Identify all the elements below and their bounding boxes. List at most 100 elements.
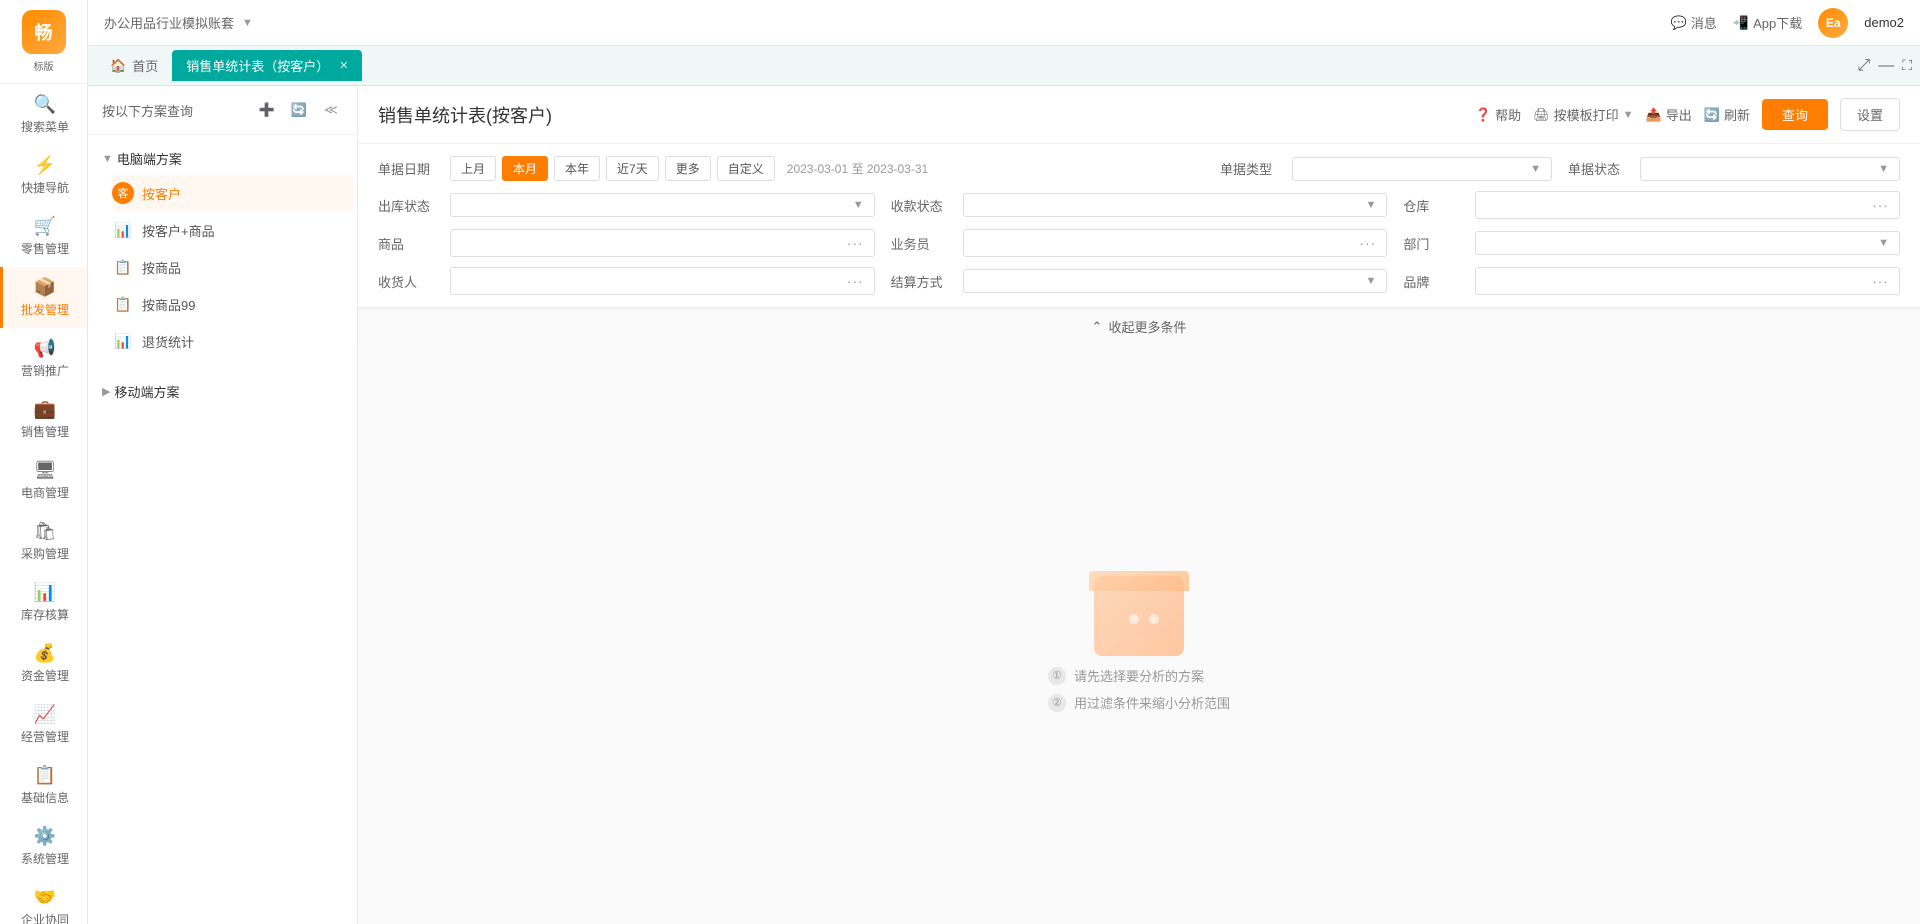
sidebar-item-purchase[interactable]: 🛍 采购管理 xyxy=(0,511,87,572)
mobile-section: ▶ 移动端方案 xyxy=(88,368,357,415)
tab-minimize-icon[interactable]: — xyxy=(1878,57,1894,75)
refresh-icon: 🔄 xyxy=(1704,107,1720,123)
empty-box-body xyxy=(1094,576,1184,656)
tab-maximize-icon[interactable]: ⛶ xyxy=(1902,57,1912,75)
export-label: 导出 xyxy=(1666,105,1692,124)
settlement-select[interactable]: ▼ xyxy=(963,269,1388,293)
desktop-section-chevron: ▼ xyxy=(102,153,113,165)
page-title-bar: 销售单统计表(按客户) ❓ 帮助 🖨 按模板打印 ▼ 📤 导出 xyxy=(358,86,1920,144)
print-link[interactable]: 🖨 按模板打印 ▼ xyxy=(1533,105,1633,124)
receipt-status-label: 收款状态 xyxy=(891,196,947,215)
avatar[interactable]: Ea xyxy=(1818,8,1848,38)
sidebar-item-ecommerce[interactable]: 🖥 电商管理 xyxy=(0,450,87,511)
date-btn-current-month[interactable]: 本月 xyxy=(502,156,548,181)
date-btn-more[interactable]: 更多 xyxy=(665,156,711,181)
plan-item-by-customer[interactable]: 客 按客户 xyxy=(112,175,353,211)
department-select[interactable]: ▼ xyxy=(1475,231,1900,255)
collapse-panel-button[interactable]: ≪ xyxy=(319,98,343,122)
refresh-plan-button[interactable]: 🔄 xyxy=(287,98,311,122)
sidebar-item-inventory[interactable]: 📊 库存核算 xyxy=(0,572,87,633)
salesperson-select[interactable]: ··· xyxy=(963,229,1388,257)
by-customer-product-icon: 📊 xyxy=(112,219,134,241)
date-btn-last-month[interactable]: 上月 xyxy=(450,156,496,181)
sidebar-item-enterprise[interactable]: 🤝 企业协同 xyxy=(0,877,87,924)
help-icon: ❓ xyxy=(1475,107,1491,123)
sidebar-item-search-menu[interactable]: 🔍 搜索菜单 xyxy=(0,84,87,145)
sidebar-item-marketing[interactable]: 📢 营销推广 xyxy=(0,328,87,389)
sidebar-item-sales[interactable]: 💼 销售管理 xyxy=(0,389,87,450)
operation-icon: 📈 xyxy=(34,704,56,725)
brand-label: 品牌 xyxy=(1403,272,1459,291)
app-download-label: App下载 xyxy=(1753,13,1802,32)
message-action[interactable]: 💬 消息 xyxy=(1671,13,1717,32)
quick-nav-icon: ⚡ xyxy=(34,155,56,176)
sidebar-item-label: 资金管理 xyxy=(21,667,69,684)
sidebar-item-quick-nav[interactable]: ⚡ 快捷导航 xyxy=(0,145,87,206)
sidebar-item-label: 经营管理 xyxy=(21,728,69,745)
sidebar-item-finance[interactable]: 💰 资金管理 xyxy=(0,633,87,694)
refresh-link[interactable]: 🔄 刷新 xyxy=(1704,105,1750,124)
export-link[interactable]: 📤 导出 xyxy=(1646,105,1692,124)
plan-item-by-product[interactable]: 📋 按商品 xyxy=(112,249,353,285)
sidebar-item-retail[interactable]: 🛒 零售管理 xyxy=(0,206,87,267)
left-panel-title: 按以下方案查询 xyxy=(102,101,247,120)
help-link[interactable]: ❓ 帮助 xyxy=(1475,105,1521,124)
settings-button[interactable]: 设置 xyxy=(1840,98,1900,131)
empty-eye-left xyxy=(1129,614,1139,624)
sidebar-item-basic[interactable]: 📋 基础信息 xyxy=(0,755,87,816)
desktop-section: ▼ 电脑端方案 客 按客户 📊 按客户+商品 📋 按商品 xyxy=(88,135,357,368)
logo-area: 畅 标版 xyxy=(0,0,87,84)
query-button[interactable]: 查询 xyxy=(1762,99,1828,130)
mobile-section-chevron: ▶ xyxy=(102,385,110,398)
sidebar-item-operation[interactable]: 📈 经营管理 xyxy=(0,694,87,755)
message-label: 消息 xyxy=(1691,13,1717,32)
tab-sales-stats[interactable]: 销售单统计表（按客户） ✕ xyxy=(172,50,362,81)
plan-item-by-customer-product[interactable]: 📊 按客户+商品 xyxy=(112,212,353,248)
brand-select[interactable]: ··· xyxy=(1475,267,1900,295)
doc-status-select[interactable]: ▼ xyxy=(1640,157,1900,181)
industry-dropdown-icon[interactable]: ▼ xyxy=(242,17,253,29)
home-icon: 🏠 xyxy=(110,58,126,74)
empty-hint-1: ① 请先选择要分析的方案 xyxy=(1048,666,1230,685)
app-logo: 畅 xyxy=(22,10,66,54)
tab-home[interactable]: 🏠 首页 xyxy=(96,50,172,81)
by-product-icon: 📋 xyxy=(112,256,134,278)
refresh-label: 刷新 xyxy=(1724,105,1750,124)
by-customer-icon: 客 xyxy=(112,182,134,204)
print-dropdown-icon[interactable]: ▼ xyxy=(1623,109,1634,121)
empty-hints: ① 请先选择要分析的方案 ② 用过滤条件来缩小分析范围 xyxy=(1048,666,1230,712)
out-status-select[interactable]: ▼ xyxy=(450,193,875,217)
app-download-action[interactable]: 📲 App下载 xyxy=(1733,13,1802,32)
empty-state: ① 请先选择要分析的方案 ② 用过滤条件来缩小分析范围 xyxy=(358,344,1920,924)
date-btn-custom[interactable]: 自定义 xyxy=(717,156,775,181)
sidebar-item-label: 系统管理 xyxy=(21,850,69,867)
receiver-select[interactable]: ··· xyxy=(450,267,875,295)
warehouse-dots-icon: ··· xyxy=(1872,197,1889,213)
print-label: 按模板打印 xyxy=(1554,105,1619,124)
sidebar-item-system[interactable]: ⚙️ 系统管理 xyxy=(0,816,87,877)
left-panel-header: 按以下方案查询 ➕ 🔄 ≪ xyxy=(88,86,357,135)
tab-sales-stats-label: 销售单统计表（按客户） xyxy=(186,56,329,75)
doc-status-dropdown-icon: ▼ xyxy=(1878,163,1889,175)
receipt-status-dropdown-icon: ▼ xyxy=(1365,199,1376,211)
sidebar-item-wholesale[interactable]: 📦 批发管理 xyxy=(0,267,87,328)
tab-close-icon[interactable]: ✕ xyxy=(339,59,348,72)
mobile-section-header[interactable]: ▶ 移动端方案 xyxy=(88,376,357,407)
tab-expand-icon[interactable]: ⤢ xyxy=(1857,57,1870,75)
desktop-section-header[interactable]: ▼ 电脑端方案 xyxy=(88,143,357,174)
date-btn-current-year[interactable]: 本年 xyxy=(554,156,600,181)
receipt-status-select[interactable]: ▼ xyxy=(963,193,1388,217)
product-select[interactable]: ··· xyxy=(450,229,875,257)
doc-type-select[interactable]: ▼ xyxy=(1292,157,1552,181)
brand-dots-icon: ··· xyxy=(1872,273,1889,289)
warehouse-select[interactable]: ··· xyxy=(1475,191,1900,219)
date-btn-last7days[interactable]: 近7天 xyxy=(606,156,659,181)
plan-item-by-product99[interactable]: 📋 按商品99 xyxy=(112,286,353,322)
collapse-more-conditions[interactable]: ⌃ 收起更多条件 xyxy=(358,308,1920,344)
plan-item-return-stats[interactable]: 📊 退货统计 xyxy=(112,323,353,359)
add-plan-button[interactable]: ➕ xyxy=(255,98,279,122)
logo-label: 标版 xyxy=(34,58,54,73)
date-range-display: 2023-03-01 至 2023-03-31 xyxy=(787,160,928,177)
desktop-section-label: 电脑端方案 xyxy=(117,149,182,168)
filter-area: 单据日期 上月 本月 本年 近7天 更多 自定义 2023-03-01 至 20… xyxy=(358,144,1920,308)
